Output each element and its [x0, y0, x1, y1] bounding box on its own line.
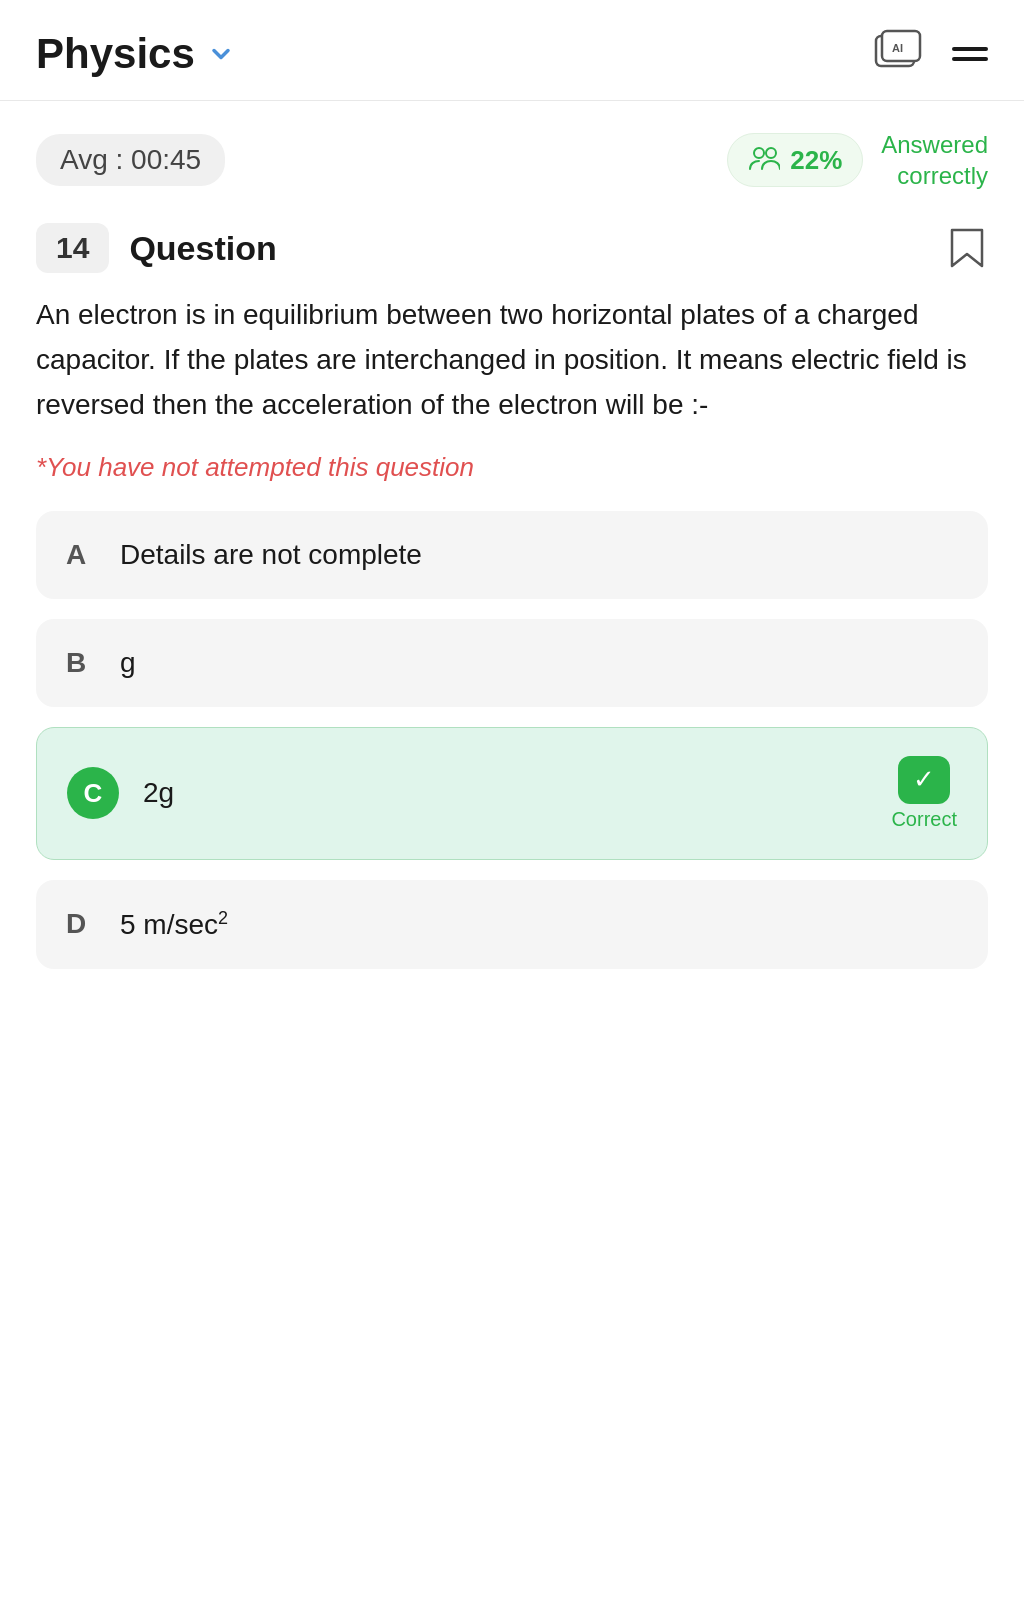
- not-attempted-text: *You have not attempted this question: [0, 444, 1024, 511]
- svg-point-4: [766, 148, 776, 158]
- ai-chat-icon[interactable]: AI: [872, 28, 924, 80]
- option-b-text: g: [120, 647, 958, 679]
- option-d-text: 5 m/sec2: [120, 908, 958, 941]
- option-a-text: Details are not complete: [120, 539, 958, 571]
- chevron-down-icon[interactable]: [207, 40, 235, 68]
- option-a[interactable]: A Details are not complete: [36, 511, 988, 599]
- hamburger-line-1: [952, 47, 988, 51]
- stats-right: 22% Answeredcorrectly: [727, 129, 988, 191]
- stats-bar: Avg : 00:45 22% Answeredcorrectly: [0, 101, 1024, 207]
- option-c[interactable]: C 2g ✓ Correct: [36, 727, 988, 860]
- header: Physics AI: [0, 0, 1024, 101]
- question-header-left: 14 Question: [36, 223, 277, 273]
- menu-icon[interactable]: [952, 47, 988, 61]
- svg-point-3: [754, 148, 764, 158]
- hamburger-line-2: [952, 57, 988, 61]
- option-c-text: 2g: [143, 777, 867, 809]
- correct-badge: ✓ Correct: [891, 756, 957, 831]
- option-c-letter: C: [67, 767, 119, 819]
- question-text: An electron is in equilibrium between tw…: [0, 285, 1024, 443]
- question-label: Question: [129, 229, 276, 268]
- svg-text:AI: AI: [892, 42, 903, 54]
- option-b-letter: B: [66, 647, 96, 679]
- page-title: Physics: [36, 30, 195, 78]
- bookmark-icon[interactable]: [946, 227, 988, 269]
- correct-check-icon: ✓: [898, 756, 950, 804]
- percentage-badge: 22%: [727, 133, 863, 187]
- question-header: 14 Question: [0, 207, 1024, 285]
- percentage-value: 22%: [790, 145, 842, 176]
- question-number: 14: [36, 223, 109, 273]
- correct-label: Correct: [891, 808, 957, 831]
- avg-badge: Avg : 00:45: [36, 134, 225, 186]
- header-right: AI: [872, 28, 988, 80]
- option-a-letter: A: [66, 539, 96, 571]
- options-container: A Details are not complete B g C 2g ✓ Co…: [0, 511, 1024, 969]
- users-icon: [748, 144, 780, 176]
- option-d-letter: D: [66, 908, 96, 940]
- option-b[interactable]: B g: [36, 619, 988, 707]
- answered-correctly-label: Answeredcorrectly: [881, 129, 988, 191]
- option-d[interactable]: D 5 m/sec2: [36, 880, 988, 969]
- header-left: Physics: [36, 30, 235, 78]
